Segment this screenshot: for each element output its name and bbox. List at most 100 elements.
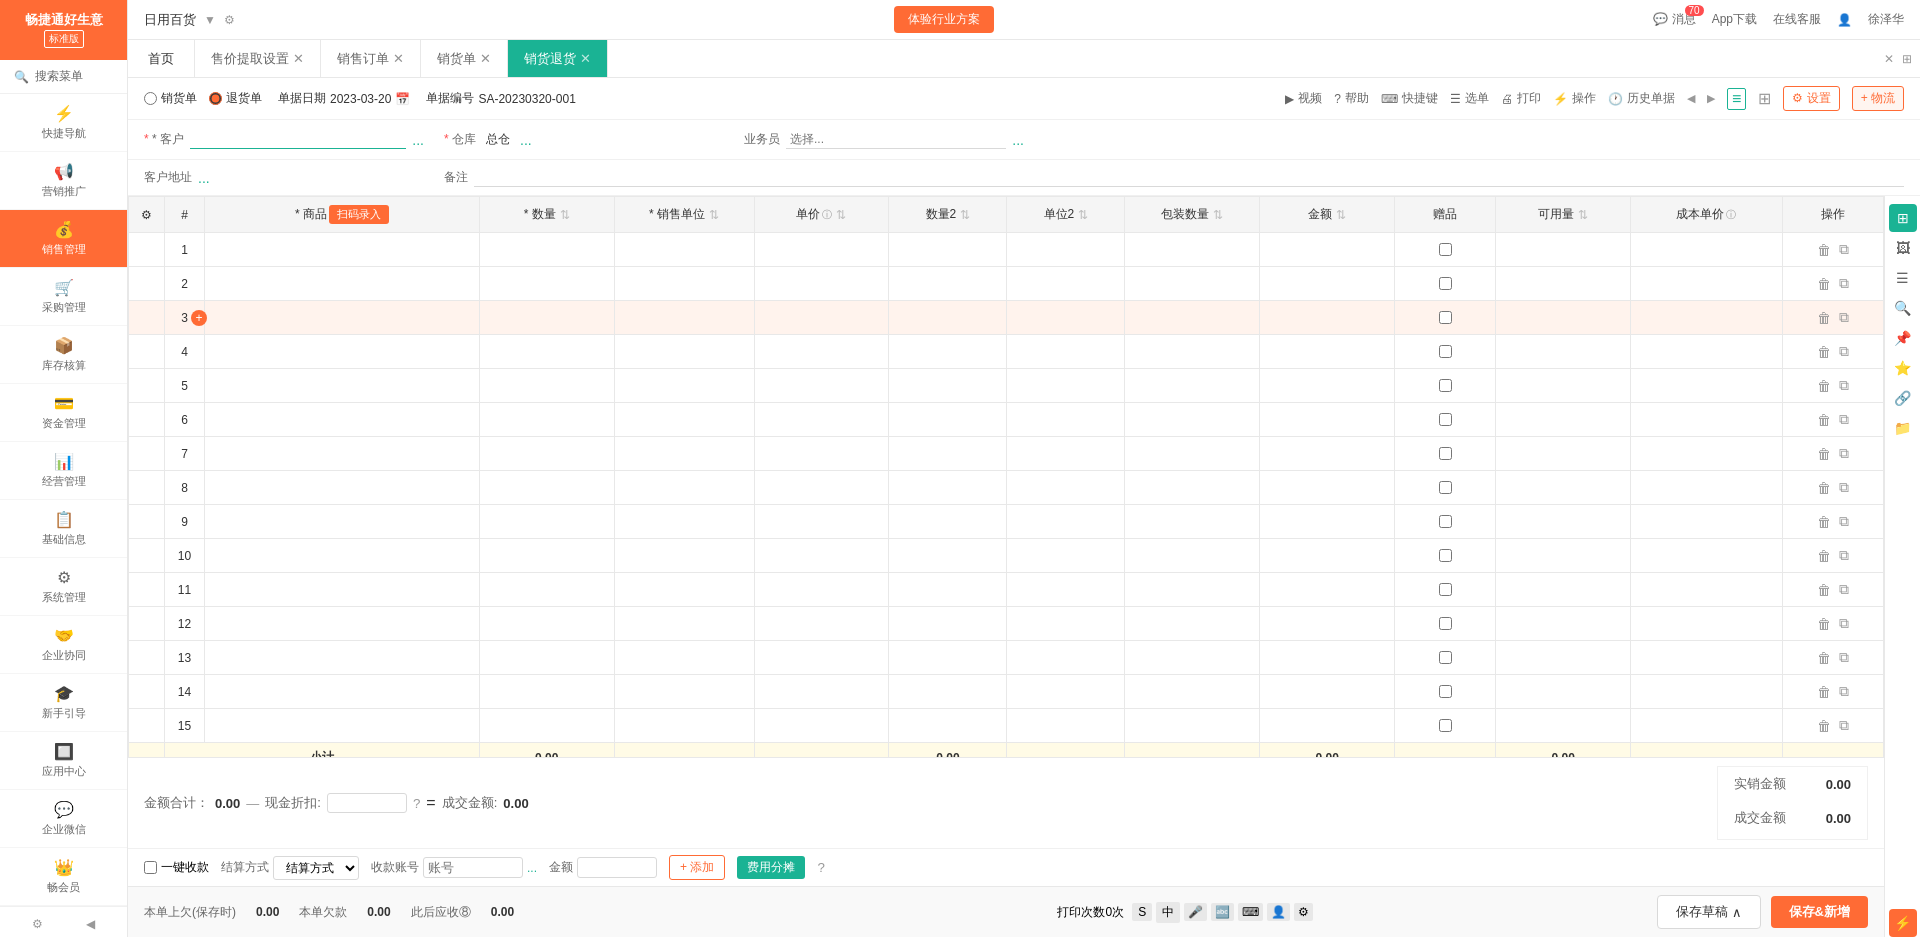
row-cost[interactable] xyxy=(1631,369,1783,403)
row-unit[interactable] xyxy=(614,573,754,607)
unit-sort-icon[interactable]: ⇅ xyxy=(709,208,719,222)
row-pack[interactable] xyxy=(1125,607,1260,641)
row-cost[interactable] xyxy=(1631,641,1783,675)
discount-help-btn[interactable]: ? xyxy=(413,796,420,811)
copy-row-btn[interactable]: ⧉ xyxy=(1837,341,1851,362)
row-gift[interactable] xyxy=(1395,675,1496,709)
tab-price-setup-close[interactable]: ✕ xyxy=(293,51,304,66)
row-price[interactable] xyxy=(754,539,889,573)
row-qty2[interactable] xyxy=(889,335,1007,369)
row-unit[interactable] xyxy=(614,607,754,641)
sidebar-item-sales[interactable]: 💰 销售管理 xyxy=(0,210,127,268)
add-logistics-btn[interactable]: + 物流 xyxy=(1852,86,1904,111)
right-panel-action-icon[interactable]: ⚡ xyxy=(1889,909,1917,937)
row-pack[interactable] xyxy=(1125,301,1260,335)
row-amount[interactable] xyxy=(1260,369,1395,403)
copy-row-btn[interactable]: ⧉ xyxy=(1837,613,1851,634)
row-amount[interactable] xyxy=(1260,437,1395,471)
row-qty2[interactable] xyxy=(889,471,1007,505)
amount-payment-input[interactable] xyxy=(577,857,657,878)
row-qty[interactable] xyxy=(479,709,614,743)
warehouse-picker-btn[interactable]: ... xyxy=(520,132,532,148)
table-container[interactable]: ⚙ # * 商品 扫码录入 xyxy=(128,196,1884,757)
radio-sales-delivery[interactable]: 销货单 xyxy=(144,90,197,107)
row-unit2[interactable] xyxy=(1007,233,1125,267)
sidebar-item-member[interactable]: 👑 畅会员 xyxy=(0,848,127,906)
row-avail[interactable] xyxy=(1496,267,1631,301)
grid-view-btn[interactable]: ⊞ xyxy=(1758,89,1771,108)
copy-row-btn[interactable]: ⧉ xyxy=(1837,239,1851,260)
row-qty[interactable] xyxy=(479,641,614,675)
row-price[interactable] xyxy=(754,505,889,539)
price-info-icon[interactable]: ⓘ xyxy=(822,208,832,222)
tab-sales-order-close[interactable]: ✕ xyxy=(393,51,404,66)
row-cost[interactable] xyxy=(1631,403,1783,437)
row-unit2[interactable] xyxy=(1007,335,1125,369)
copy-row-btn[interactable]: ⧉ xyxy=(1837,477,1851,498)
row-unit2[interactable] xyxy=(1007,267,1125,301)
copy-row-btn[interactable]: ⧉ xyxy=(1837,443,1851,464)
row-pack[interactable] xyxy=(1125,675,1260,709)
delete-row-btn[interactable]: 🗑 xyxy=(1815,273,1833,294)
row-product[interactable] xyxy=(205,233,480,267)
shortcut-btn[interactable]: ⌨ 快捷键 xyxy=(1381,90,1438,107)
gift-checkbox[interactable] xyxy=(1439,651,1452,664)
row-cost[interactable] xyxy=(1631,539,1783,573)
row-cost[interactable] xyxy=(1631,335,1783,369)
keyboard-icon2[interactable]: ⌨ xyxy=(1238,903,1263,921)
gift-checkbox[interactable] xyxy=(1439,549,1452,562)
row-amount[interactable] xyxy=(1260,641,1395,675)
row-unit[interactable] xyxy=(614,641,754,675)
row-price[interactable] xyxy=(754,267,889,301)
one-click-pay-checkbox[interactable] xyxy=(144,861,157,874)
collapse-icon[interactable]: ◀ xyxy=(86,917,95,931)
calendar-icon[interactable]: 📅 xyxy=(395,92,410,106)
gift-checkbox[interactable] xyxy=(1439,413,1452,426)
row-qty[interactable] xyxy=(479,335,614,369)
row-qty2[interactable] xyxy=(889,675,1007,709)
row-unit2[interactable] xyxy=(1007,437,1125,471)
sidebar-search[interactable]: 🔍 搜索菜单 xyxy=(0,60,127,94)
row-unit2[interactable] xyxy=(1007,369,1125,403)
row-amount[interactable] xyxy=(1260,267,1395,301)
row-price[interactable] xyxy=(754,607,889,641)
customer-input[interactable] xyxy=(190,130,406,149)
avail-sort-icon[interactable]: ⇅ xyxy=(1578,208,1588,222)
row-cost[interactable] xyxy=(1631,233,1783,267)
row-unit[interactable] xyxy=(614,471,754,505)
discount-input[interactable] xyxy=(327,793,407,813)
tab-sales-return-close[interactable]: ✕ xyxy=(580,51,591,66)
delete-row-btn[interactable]: 🗑 xyxy=(1815,613,1833,634)
row-qty[interactable] xyxy=(479,233,614,267)
row-price[interactable] xyxy=(754,233,889,267)
gift-checkbox[interactable] xyxy=(1439,685,1452,698)
gift-checkbox[interactable] xyxy=(1439,311,1452,324)
row-qty2[interactable] xyxy=(889,539,1007,573)
row-qty2[interactable] xyxy=(889,369,1007,403)
row-gift[interactable] xyxy=(1395,573,1496,607)
copy-row-btn[interactable]: ⧉ xyxy=(1837,545,1851,566)
row-amount[interactable] xyxy=(1260,675,1395,709)
row-product[interactable] xyxy=(205,641,480,675)
list-view-btn[interactable]: ≡ xyxy=(1727,88,1746,110)
row-avail[interactable] xyxy=(1496,505,1631,539)
close-window-icon[interactable]: ✕ xyxy=(1884,52,1902,66)
row-cost[interactable] xyxy=(1631,573,1783,607)
price-sort-icon[interactable]: ⇅ xyxy=(836,208,846,222)
row-price[interactable] xyxy=(754,641,889,675)
tab-sales-order[interactable]: 销售订单 ✕ xyxy=(321,40,421,77)
row-qty2[interactable] xyxy=(889,267,1007,301)
sidebar-item-guide[interactable]: 🎓 新手引导 xyxy=(0,674,127,732)
scan-enter-btn[interactable]: 扫码录入 xyxy=(329,205,389,224)
row-qty2[interactable] xyxy=(889,709,1007,743)
delete-row-btn[interactable]: 🗑 xyxy=(1815,409,1833,430)
row-price[interactable] xyxy=(754,437,889,471)
sidebar-item-apps[interactable]: 🔲 应用中心 xyxy=(0,732,127,790)
row-avail[interactable] xyxy=(1496,437,1631,471)
copy-row-btn[interactable]: ⧉ xyxy=(1837,511,1851,532)
unit2-sort-icon[interactable]: ⇅ xyxy=(1078,208,1088,222)
row-avail[interactable] xyxy=(1496,403,1631,437)
row-unit[interactable] xyxy=(614,539,754,573)
row-avail[interactable] xyxy=(1496,301,1631,335)
one-click-pay-check[interactable]: 一键收款 xyxy=(144,859,209,876)
